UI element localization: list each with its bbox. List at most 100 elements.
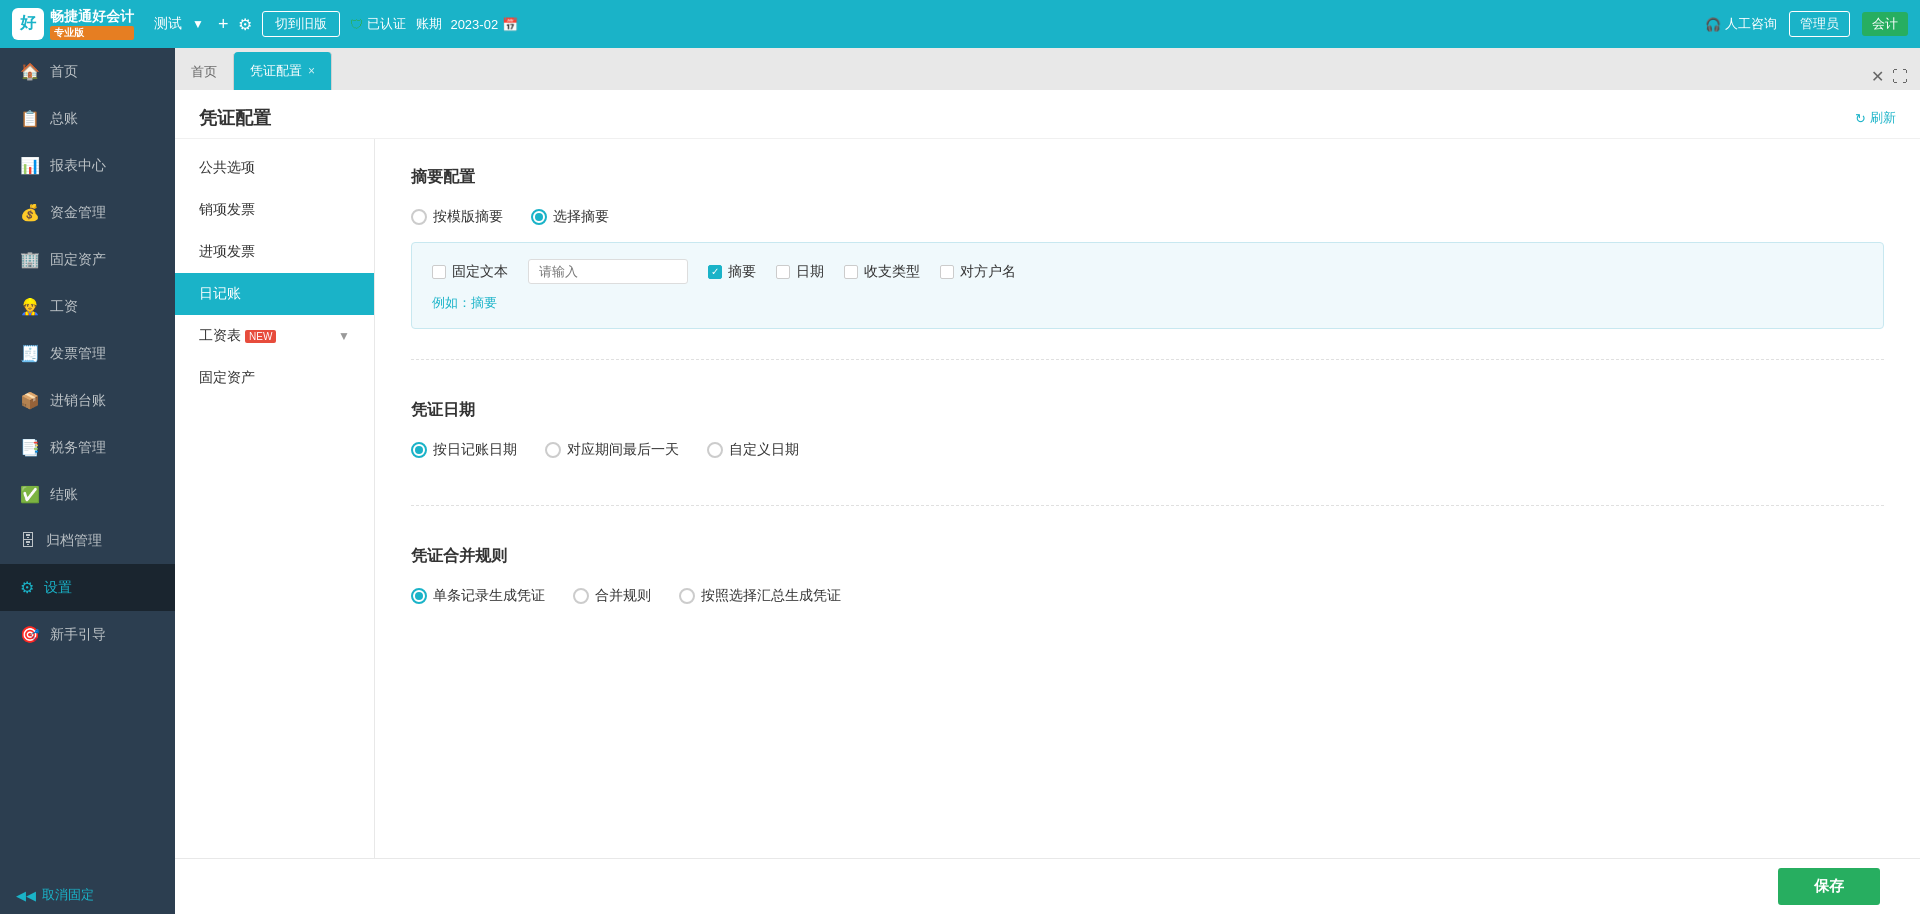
sidebar-item-home[interactable]: 🏠 首页 [0,48,175,95]
summary-section: 摘要配置 按模版摘要 选择摘要 [411,167,1884,360]
verified-badge: 🛡 已认证 [350,15,406,33]
sidebar-label-close: 结账 [50,486,78,504]
radio-period-last-day[interactable]: 对应期间最后一天 [545,441,679,459]
example-text: 例如：摘要 [432,294,1863,312]
radio-merge-rule[interactable]: 合并规则 [573,587,651,605]
checkbox-date-box [776,265,790,279]
reports-icon: 📊 [20,156,40,175]
radio-circle-period [545,442,561,458]
invoice-icon: 🧾 [20,344,40,363]
merge-section: 凭证合并规则 单条记录生成凭证 合并规则 [411,546,1884,651]
chevron-down-icon[interactable]: ▼ [192,17,204,31]
summary-section-title: 摘要配置 [411,167,1884,188]
period-display: 账期 2023-02 📅 [416,15,518,33]
nav-item-payroll-table[interactable]: 工资表NEW ▼ [175,315,374,357]
logo-sub-text: 专业版 [50,26,134,40]
radio-circle-diary [411,442,427,458]
sidebar-label-tax: 税务管理 [50,439,106,457]
page-header: 凭证配置 ↻ 刷新 [175,90,1920,139]
sidebar-item-payroll[interactable]: 👷 工资 [0,283,175,330]
logo-main-text: 畅捷通好会计 [50,8,134,25]
headphone-icon: 🎧 [1705,17,1721,32]
sidebar-item-tax[interactable]: 📑 税务管理 [0,424,175,471]
radio-select-summary[interactable]: 选择摘要 [531,208,609,226]
checkbox-fixed-text[interactable]: 固定文本 [432,263,508,281]
radio-circle-aggregate [679,588,695,604]
sidebar-item-reports[interactable]: 📊 报表中心 [0,142,175,189]
fixed-text-label: 固定文本 [452,263,508,281]
topbar: 好 畅捷通好会计 专业版 测试 ▼ + ⚙ 切到旧版 🛡 已认证 账期 2023… [0,0,1920,48]
close-window-icon[interactable]: ✕ [1871,67,1884,86]
content-area: 首页 凭证配置 × ✕ ⛶ 凭证配置 ↻ 刷新 [175,48,1920,914]
add-icon[interactable]: + [218,14,229,35]
merge-section-title: 凭证合并规则 [411,546,1884,567]
sidebar-item-assets[interactable]: 🏢 固定资产 [0,236,175,283]
expand-icon[interactable]: ⛶ [1892,68,1908,86]
sidebar-label-sales: 进销台账 [50,392,106,410]
summary-radio-group: 按模版摘要 选择摘要 [411,208,1884,226]
config-panel: 摘要配置 按模版摘要 选择摘要 [375,139,1920,858]
tab-close-icon[interactable]: × [308,64,315,78]
sidebar-item-capital[interactable]: 💰 资金管理 [0,189,175,236]
nav-item-input-invoice[interactable]: 进项发票 [175,231,374,273]
cancel-fixed-button[interactable]: ◀◀ 取消固定 [0,876,175,914]
tab-voucher-config-label: 凭证配置 [250,62,302,80]
sidebar: 🏠 首页 📋 总账 📊 报表中心 💰 资金管理 🏢 固定资产 👷 工资 🧾 发票… [0,48,175,914]
nav-item-public[interactable]: 公共选项 [175,147,374,189]
tab-home-label: 首页 [191,63,217,81]
merge-radio-group: 单条记录生成凭证 合并规则 按照选择汇总生成凭证 [411,587,1884,605]
radio-circle-select [531,209,547,225]
checkbox-summary[interactable]: ✓ 摘要 [708,263,756,281]
sidebar-item-archive[interactable]: 🗄 归档管理 [0,518,175,564]
sidebar-item-sales[interactable]: 📦 进销台账 [0,377,175,424]
checkbox-date[interactable]: 日期 [776,263,824,281]
refresh-label: 刷新 [1870,109,1896,127]
nav-item-output-invoice[interactable]: 销项发票 [175,189,374,231]
cancel-fixed-arrow-icon: ◀◀ [16,888,36,903]
left-nav: 公共选项 销项发票 进项发票 日记账 工资表NEW ▼ [175,139,375,858]
calendar-icon[interactable]: 📅 [502,17,518,32]
refresh-icon: ↻ [1855,111,1866,126]
tab-home[interactable]: 首页 [175,54,234,90]
radio-diary-date[interactable]: 按日记账日期 [411,441,517,459]
sidebar-label-reports: 报表中心 [50,157,106,175]
checkbox-counterpart[interactable]: 对方户名 [940,263,1016,281]
sidebar-item-invoice[interactable]: 🧾 发票管理 [0,330,175,377]
new-badge: NEW [245,330,276,343]
sidebar-item-ledger[interactable]: 📋 总账 [0,95,175,142]
sidebar-label-capital: 资金管理 [50,204,106,222]
nav-item-diary[interactable]: 日记账 [175,273,374,315]
checkbox-counterpart-box [940,265,954,279]
save-button[interactable]: 保存 [1778,868,1880,905]
checkbox-income-type[interactable]: 收支类型 [844,263,920,281]
support-button[interactable]: 🎧 人工咨询 [1705,15,1777,33]
logo-icon: 好 [12,8,44,40]
checkbox-summary-box: ✓ [708,265,722,279]
radio-aggregate[interactable]: 按照选择汇总生成凭证 [679,587,841,605]
role-button[interactable]: 会计 [1862,12,1908,36]
sidebar-label-home: 首页 [50,63,78,81]
radio-single-record[interactable]: 单条记录生成凭证 [411,587,545,605]
sidebar-item-guide[interactable]: 🎯 新手引导 [0,611,175,658]
sidebar-label-settings: 设置 [44,579,72,597]
fixed-text-input[interactable] [528,259,688,284]
settings-icon[interactable]: ⚙ [238,15,252,34]
sidebar-item-close[interactable]: ✅ 结账 [0,471,175,518]
tab-voucher-config[interactable]: 凭证配置 × [234,52,332,90]
main-layout: 🏠 首页 📋 总账 📊 报表中心 💰 资金管理 🏢 固定资产 👷 工资 🧾 发票… [0,48,1920,914]
sidebar-label-assets: 固定资产 [50,251,106,269]
arrow-down-icon: ▼ [338,329,350,343]
checkbox-income-type-box [844,265,858,279]
archive-icon: 🗄 [20,532,36,550]
date-section: 凭证日期 按日记账日期 对应期间最后一天 [411,400,1884,506]
nav-item-fixed-assets[interactable]: 固定资产 [175,357,374,399]
sidebar-item-settings[interactable]: ⚙ 设置 [0,564,175,611]
manager-button[interactable]: 管理员 [1789,11,1850,37]
radio-template-summary[interactable]: 按模版摘要 [411,208,503,226]
switch-to-old-button[interactable]: 切到旧版 [262,11,340,37]
cancel-fixed-label: 取消固定 [42,886,94,904]
home-icon: 🏠 [20,62,40,81]
radio-custom-date[interactable]: 自定义日期 [707,441,799,459]
refresh-button[interactable]: ↻ 刷新 [1855,109,1896,127]
sidebar-label-archive: 归档管理 [46,532,102,550]
